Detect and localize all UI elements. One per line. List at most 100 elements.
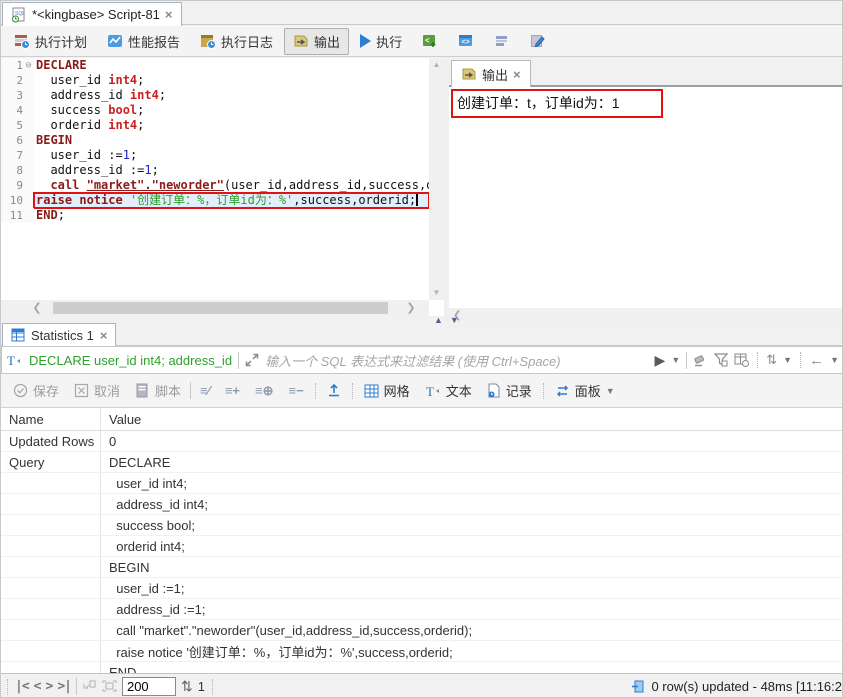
next-page-icon[interactable]: > [45,679,53,694]
separator [351,382,353,399]
output-content[interactable]: 创建订单：t，订单id为：1 [449,87,842,308]
table-row[interactable]: user_id :=1; [1,578,842,599]
table-row[interactable]: BEGIN [1,557,842,578]
code-view-icon: <> [458,33,474,49]
grid-view-button[interactable]: 网格 [358,378,416,403]
editor-vertical-scrollbar[interactable]: ▲ ▼ [429,58,444,300]
statistics-tab[interactable]: Statistics 1 × [2,323,117,346]
column-header-name[interactable]: Name [1,408,101,430]
result-status: 0 row(s) updated - 48ms [11:16:2 [631,679,842,694]
refresh-page-icon[interactable]: ⇅ [181,678,193,695]
record-view-button[interactable]: 记录 [481,378,538,403]
back-dropdown-icon[interactable]: ▼ [830,355,839,365]
execution-log-icon [200,33,217,49]
table-row[interactable]: END [1,662,842,673]
scroll-left-icon[interactable]: ❮ [29,300,45,316]
text-view-label: 文本 [445,384,472,399]
result-status-text: 0 row(s) updated - 48ms [11:16:2 [651,679,842,694]
filter-input[interactable]: 输入一个 SQL 表达式来过滤结果 (使用 Ctrl+Space) [265,351,648,370]
edit-script-button[interactable] [521,29,555,53]
code-line[interactable]: 4 success bool; [1,103,429,118]
format-sql-button[interactable] [485,29,519,53]
run-button[interactable]: 执行 [351,28,411,55]
last-page-icon[interactable]: >| [57,679,72,694]
cancel-button[interactable]: 取消 [68,378,126,403]
code-line[interactable]: 6 BEGIN [1,133,429,148]
code-line[interactable]: 7 user_id :=1; [1,148,429,163]
clear-filter-icon[interactable] [693,353,708,367]
code-line[interactable]: 10 raise notice '创建订单：%，订单id为：%',success,… [1,192,429,209]
execution-log-button[interactable]: 执行日志 [191,28,282,55]
code-line[interactable]: 5 orderid int4; [1,118,429,133]
output-tab-close-icon[interactable]: × [513,67,521,82]
fetch-next-page-icon[interactable] [82,679,97,694]
page-size-input[interactable] [121,677,176,696]
refresh-results-icon[interactable]: ⇅ [766,352,777,368]
table-row[interactable]: call "market"."neworder"(user_id,address… [1,620,842,641]
add-template-button[interactable]: < [413,29,447,53]
output-toggle-button[interactable]: 输出 [284,27,350,55]
save-label: 保存 [33,384,60,399]
output-panel: 输出 × 创建订单：t，订单id为：1 ❮ [449,58,842,323]
editor-tab[interactable]: SQL *<kingbase> Script-81 × [2,2,182,26]
output-icon [293,33,309,49]
duplicate-row-button[interactable]: ≡⊕ [249,380,279,402]
code-view-button[interactable]: <> [449,29,483,53]
delete-row-button[interactable]: ≡− [282,380,309,401]
table-row[interactable]: Query DECLARE [1,452,842,473]
scrollbar-thumb[interactable] [53,302,388,314]
table-row[interactable]: Updated Rows 0 [1,431,842,452]
table-header-row[interactable]: Name Value [1,408,842,431]
statistics-tab-close-icon[interactable]: × [100,328,108,343]
performance-report-button[interactable]: 性能报告 [98,28,189,55]
table-row[interactable]: success bool; [1,515,842,536]
prev-page-icon[interactable]: < [34,679,42,694]
save-button[interactable]: 保存 [7,378,65,403]
first-page-icon[interactable]: |< [15,679,30,694]
code-line[interactable]: 3 address_id int4; [1,88,429,103]
execution-plan-button[interactable]: 执行计划 [5,28,96,55]
scroll-down-icon[interactable]: ▼ [429,286,444,300]
panel-button[interactable]: 面板 ▼ [549,378,621,403]
edit-row-button[interactable]: ≡⁄ [194,380,216,401]
output-horizontal-scrollbar[interactable]: ❮ [449,308,842,323]
code-line[interactable]: 1 ⊖ DECLARE [1,58,429,73]
code-line[interactable]: 8 address_id :=1; [1,163,429,178]
table-row[interactable]: orderid int4; [1,536,842,557]
apply-filter-icon[interactable]: ▶ [655,352,666,369]
column-header-value[interactable]: Value [101,408,842,430]
svg-text:T: T [426,384,434,398]
table-row[interactable]: user_id int4; [1,473,842,494]
text-view-button[interactable]: T 文本 [419,378,478,403]
svg-text:<: < [425,36,430,45]
save-filter-icon[interactable] [714,353,729,367]
script-button[interactable]: 脚本 [129,378,187,403]
grid-icon [11,328,25,342]
refresh-dropdown-icon[interactable]: ▼ [783,355,792,365]
panel-dropdown-icon[interactable]: ▼ [606,386,615,396]
custom-filter-icon[interactable] [734,353,750,367]
output-tabbar: 输出 × [449,58,842,87]
scroll-up-icon[interactable]: ▲ [429,58,444,72]
table-row[interactable]: address_id int4; [1,494,842,515]
output-toggle-label: 输出 [314,34,341,50]
code-line[interactable]: 9 call "market"."neworder"(user_id,addre… [1,178,429,193]
fetch-all-rows-icon[interactable] [102,679,117,694]
scroll-right-icon[interactable]: ❯ [403,300,419,316]
code-line[interactable]: 11 END; [1,208,429,223]
code-area[interactable]: 1 ⊖ DECLARE 2 user_id int4; 3 address_id int… [1,58,429,300]
export-button[interactable] [321,380,347,401]
add-row-button[interactable]: ≡+ [219,380,246,401]
table-row[interactable]: raise notice '创建订单：%，订单id为：%',success,or… [1,641,842,662]
filter-expression-text: DECLARE user_id int4; address_id [29,352,233,368]
back-icon[interactable]: ← [809,352,824,369]
editor-tab-close-icon[interactable]: × [165,7,173,22]
code-line[interactable]: 2 user_id int4; [1,73,429,88]
sql-editor[interactable]: 1 ⊖ DECLARE 2 user_id int4; 3 address_id int… [1,58,444,316]
expand-filter-icon[interactable] [245,353,259,367]
table-row[interactable]: address_id :=1; [1,599,842,620]
filter-history-dropdown-icon[interactable]: ▼ [671,355,680,365]
editor-horizontal-scrollbar[interactable]: ❮ ❯ [1,300,429,316]
separator [686,351,688,369]
output-tab[interactable]: 输出 × [451,60,531,87]
